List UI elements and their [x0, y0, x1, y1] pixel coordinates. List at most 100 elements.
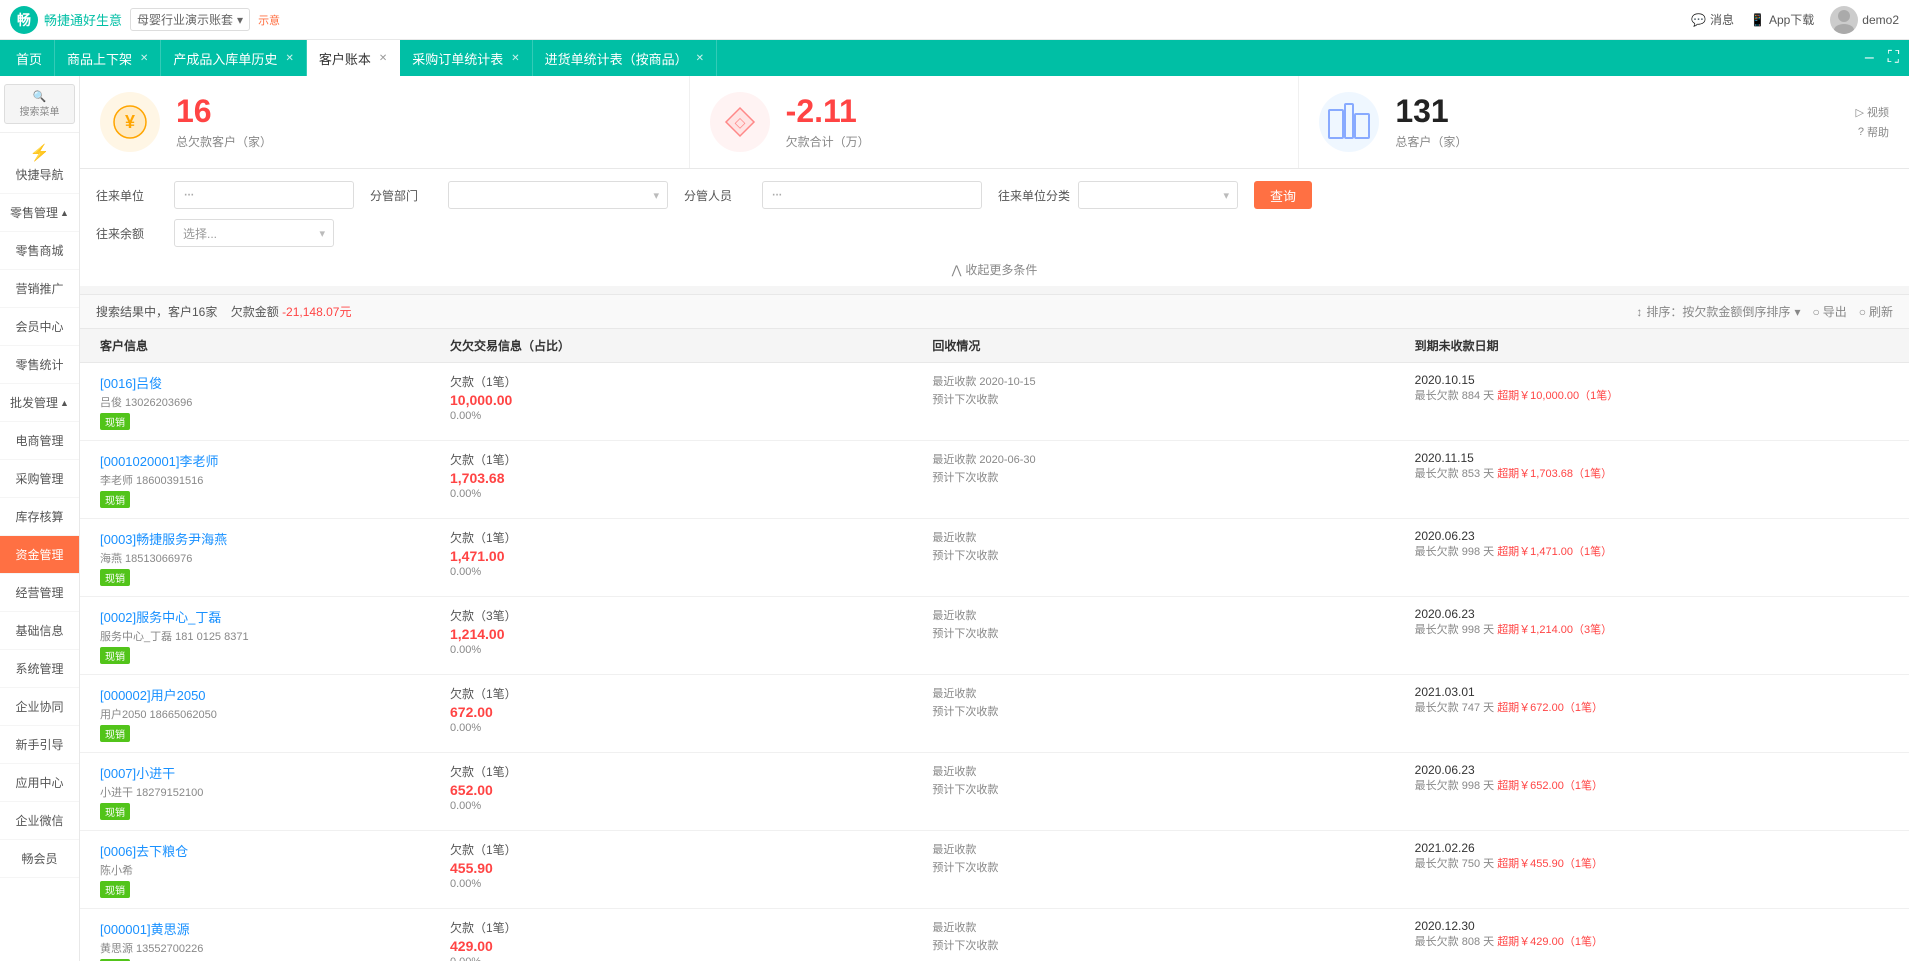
messages-button[interactable]: 💬 消息 — [1691, 11, 1734, 28]
sidebar-item-wechat[interactable]: 企业微信 — [0, 802, 79, 840]
customer-contact: 服务中心_丁磊 181 0125 8371 — [100, 628, 442, 644]
debt-amount[interactable]: 10,000.00 — [450, 392, 924, 408]
due-date: 2020.12.30 — [1415, 919, 1889, 933]
sidebar-item-ops[interactable]: 经营管理 — [0, 574, 79, 612]
user-menu[interactable]: demo2 — [1830, 6, 1899, 34]
overdue-amount-link[interactable]: 超期￥652.00（1笔） — [1497, 780, 1603, 792]
view-video-button[interactable]: ▷ 视频 — [1856, 104, 1889, 120]
sidebar-item-inventory[interactable]: 库存核算 — [0, 498, 79, 536]
customer-name-link[interactable]: [0006]去下粮仓 — [100, 841, 442, 860]
overdue-amount-link[interactable]: 超期￥429.00（1笔） — [1497, 936, 1603, 948]
debt-amount[interactable]: 455.90 — [450, 860, 924, 876]
customer-name-link[interactable]: [0001020001]李老师 — [100, 451, 442, 470]
source-unit-input[interactable]: ··· — [174, 181, 354, 209]
manager-input[interactable]: ··· — [762, 181, 982, 209]
sidebar-item-retail-mgmt[interactable]: 零售管理 ▲ — [0, 194, 79, 232]
results-text: 搜索结果中，客户16家 欠款金额 -21,148.07元 — [96, 303, 351, 320]
customer-badge: 现销 — [100, 803, 130, 820]
debt-info-cell: 欠款（3笔） 1,214.00 0.00% — [446, 607, 928, 664]
sidebar-item-marketing[interactable]: 营销推广 — [0, 270, 79, 308]
debt-info-cell: 欠款（1笔） 652.00 0.00% — [446, 763, 928, 820]
overdue-amount-link[interactable]: 超期￥1,703.68（1笔） — [1497, 468, 1612, 480]
customer-info-cell: [0007]小进干 小进干 18279152100 现销 — [96, 763, 446, 820]
overdue-amount-link[interactable]: 超期￥10,000.00（1笔） — [1497, 390, 1618, 402]
sort-button[interactable]: ↕ 排序：按欠款金额倒序排序 ▾ — [1636, 303, 1800, 320]
tab-import[interactable]: 进货单统计表（按商品） ✕ — [533, 40, 717, 76]
sidebar-item-quick-nav[interactable]: ⚡ 快捷导航 — [0, 133, 79, 194]
overdue-amount-link[interactable]: 超期￥672.00（1笔） — [1497, 702, 1603, 714]
refresh-button[interactable]: ○ 刷新 — [1859, 303, 1893, 320]
sidebar-item-finance[interactable]: 资金管理 — [0, 536, 79, 574]
search-menu-button[interactable]: 🔍 搜索菜单 — [4, 84, 75, 124]
sidebar-item-system[interactable]: 系统管理 — [0, 650, 79, 688]
customer-name-link[interactable]: [0003]畅捷服务尹海燕 — [100, 529, 442, 548]
tab-production[interactable]: 产成品入库单历史 ✕ — [161, 40, 306, 76]
debt-ratio: 0.00% — [450, 488, 924, 500]
overdue-amount-link[interactable]: 超期￥1,214.00（3笔） — [1497, 624, 1612, 636]
tab-customer-account[interactable]: 客户账本 ✕ — [307, 40, 400, 76]
sidebar-item-purchase[interactable]: 采购管理 — [0, 460, 79, 498]
overdue-amount-link[interactable]: 超期￥1,471.00（1笔） — [1497, 546, 1612, 558]
stats-row: ¥ 16 总欠款客户（家） ◇ -2.11 欠款合计（万） — [80, 76, 1909, 169]
debt-amount[interactable]: 652.00 — [450, 782, 924, 798]
dept-select[interactable]: ▾ — [448, 181, 668, 209]
results-actions: ↕ 排序：按欠款金额倒序排序 ▾ ○ 导出 ○ 刷新 — [1636, 303, 1893, 320]
balance-select[interactable]: 选择... ▾ — [174, 219, 334, 247]
due-date-cell: 2020.12.30 最长欠款 808 天 超期￥429.00（1笔） — [1411, 919, 1893, 961]
customer-name-link[interactable]: [0007]小进干 — [100, 763, 442, 782]
overdue-days: 最长欠款 750 天 超期￥455.90（1笔） — [1415, 855, 1889, 871]
close-icon[interactable]: ✕ — [285, 53, 293, 64]
tab-products[interactable]: 商品上下架 ✕ — [55, 40, 161, 76]
close-icon[interactable]: ✕ — [511, 53, 519, 64]
sidebar-item-retail-mall[interactable]: 零售商城 — [0, 232, 79, 270]
overdue-days: 最长欠款 808 天 超期￥429.00（1笔） — [1415, 933, 1889, 949]
sidebar-item-retail-stats[interactable]: 零售统计 — [0, 346, 79, 384]
sort-label: 排序：按欠款金额倒序排序 — [1646, 303, 1790, 320]
debt-amount[interactable]: 1,471.00 — [450, 548, 924, 564]
stat-info-total: 131 总客户（家） — [1395, 94, 1839, 150]
debt-amount[interactable]: 429.00 — [450, 938, 924, 954]
tab-home[interactable]: 首页 — [4, 40, 55, 76]
export-button[interactable]: ○ 导出 — [1812, 303, 1846, 320]
sidebar-item-ecommerce[interactable]: 电商管理 — [0, 422, 79, 460]
sidebar-item-guide[interactable]: 新手引导 — [0, 726, 79, 764]
customer-name-link[interactable]: [000002]用户2050 — [100, 685, 442, 704]
debt-count: 欠款（1笔） — [450, 919, 924, 936]
table-row: [0016]吕俊 吕俊 13026203696 现销 欠款（1笔） 10,000… — [80, 363, 1909, 441]
sidebar-item-basic[interactable]: 基础信息 — [0, 612, 79, 650]
close-icon[interactable]: ✕ — [140, 53, 148, 64]
app-download-button[interactable]: 📱 App下载 — [1750, 11, 1814, 28]
maximize-icon[interactable]: ⛶ — [1884, 49, 1903, 67]
query-button[interactable]: 查询 — [1254, 181, 1312, 209]
debt-info-cell: 欠款（1笔） 10,000.00 0.00% — [446, 373, 928, 430]
debt-ratio: 0.00% — [450, 800, 924, 812]
sidebar-item-apps[interactable]: 应用中心 — [0, 764, 79, 802]
source-category-label: 往来单位分类 — [998, 187, 1070, 204]
sidebar-item-member[interactable]: 会员中心 — [0, 308, 79, 346]
debt-amount[interactable]: 1,703.68 — [450, 470, 924, 486]
help-button[interactable]: ? 帮助 — [1858, 124, 1889, 140]
debt-amount[interactable]: 672.00 — [450, 704, 924, 720]
customer-name-link[interactable]: [000001]黄思源 — [100, 919, 442, 938]
collapse-button[interactable]: ⋀ 收起更多条件 — [96, 257, 1893, 286]
results-bar: 搜索结果中，客户16家 欠款金额 -21,148.07元 ↕ 排序：按欠款金额倒… — [80, 294, 1909, 329]
close-icon[interactable]: ✕ — [696, 53, 704, 64]
company-selector[interactable]: 母婴行业演示账套 ▾ — [130, 8, 250, 31]
sidebar-item-batch-mgmt[interactable]: 批发管理 ▲ — [0, 384, 79, 422]
debt-amount[interactable]: 1,214.00 — [450, 626, 924, 642]
source-category-select[interactable]: ▾ — [1078, 181, 1238, 209]
tab-purchase[interactable]: 采购订单统计表 ✕ — [400, 40, 532, 76]
customer-name-link[interactable]: [0016]吕俊 — [100, 373, 442, 392]
source-unit-label: 往来单位 — [96, 187, 166, 204]
debt-count: 欠款（1笔） — [450, 373, 924, 390]
overdue-amount-link[interactable]: 超期￥455.90（1笔） — [1497, 858, 1603, 870]
sidebar-item-vip[interactable]: 畅会员 — [0, 840, 79, 878]
debt-amount-label: 欠款合计（万） — [786, 133, 1279, 150]
shortcut-link[interactable]: 示意 — [258, 12, 280, 28]
close-icon[interactable]: ✕ — [379, 53, 387, 64]
sidebar-item-label: 新手引导 — [15, 736, 63, 753]
overdue-days-text: 最长欠款 747 天 — [1415, 702, 1494, 714]
minimize-icon[interactable]: – — [1861, 49, 1878, 67]
sidebar-item-enterprise[interactable]: 企业协同 — [0, 688, 79, 726]
customer-name-link[interactable]: [0002]服务中心_丁磊 — [100, 607, 442, 626]
